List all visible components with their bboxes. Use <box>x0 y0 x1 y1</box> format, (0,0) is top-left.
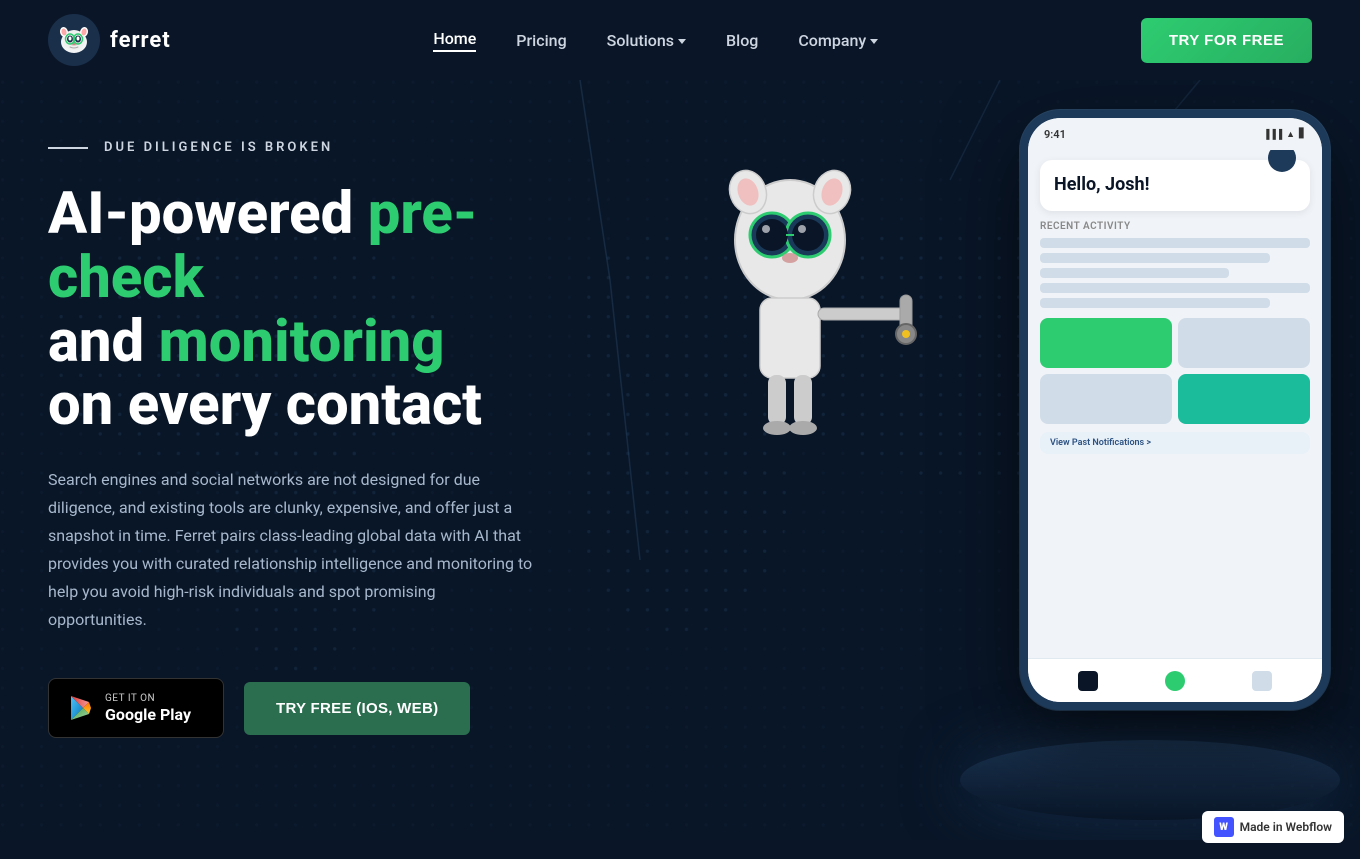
heading-white-3: on every contact <box>48 371 482 439</box>
phone-bottom-nav <box>1028 658 1322 702</box>
heading-green-2: monitoring <box>159 308 445 376</box>
webflow-badge[interactable]: W Made in Webflow <box>1202 811 1344 843</box>
nav-solutions[interactable]: Solutions <box>607 31 686 50</box>
google-play-button[interactable]: GET IT ON Google Play <box>48 678 224 738</box>
phone-nav-home-icon[interactable] <box>1078 671 1098 691</box>
nav-company[interactable]: Company <box>798 31 878 50</box>
google-play-text: GET IT ON Google Play <box>105 693 191 724</box>
phone-activity-row <box>1040 298 1270 308</box>
nav-pricing[interactable]: Pricing <box>516 31 566 50</box>
phone-greeting-text: Hello, Josh! <box>1054 174 1296 195</box>
logo[interactable]: ferret <box>48 14 171 66</box>
hero-description: Search engines and social networks are n… <box>48 466 538 634</box>
phone-greeting-card: Hello, Josh! <box>1040 160 1310 211</box>
phone-card-green <box>1040 318 1172 368</box>
eyebrow-banner: DUE DILIGENCE IS BROKEN <box>48 140 618 155</box>
phone-time: 9:41 <box>1044 128 1066 141</box>
phone-card-gray-2 <box>1040 374 1172 424</box>
phone-activity-list <box>1040 238 1310 308</box>
cta-buttons-row: GET IT ON Google Play TRY FREE (IOS, WEB… <box>48 678 618 738</box>
nav-blog[interactable]: Blog <box>726 31 758 50</box>
phone-nav-search-icon[interactable] <box>1165 671 1185 691</box>
google-play-icon <box>67 694 95 722</box>
nav-home[interactable]: Home <box>433 29 476 52</box>
phone-activity-row <box>1040 283 1310 293</box>
try-for-free-button[interactable]: TRY FOR FREE <box>1141 18 1312 63</box>
ferret-logo-icon <box>48 14 100 66</box>
try-free-ios-button[interactable]: TRY FREE (IOS, WEB) <box>244 682 470 735</box>
phone-signal-icon: ▐▐▐ <box>1263 129 1282 140</box>
phone-mockup: 9:41 ▐▐▐ ▲ ▋ Hello, Josh! Recent Activit… <box>1020 110 1330 710</box>
google-play-label-small: GET IT ON <box>105 693 191 705</box>
phone-wifi-icon: ▲ <box>1286 129 1295 140</box>
phone-screen: 9:41 ▐▐▐ ▲ ▋ Hello, Josh! Recent Activit… <box>1028 118 1322 702</box>
phone-activity-row <box>1040 268 1229 278</box>
phone-card-teal <box>1178 374 1310 424</box>
phone-status-icons: ▐▐▐ ▲ ▋ <box>1263 129 1306 140</box>
google-play-label-large: Google Play <box>105 705 191 724</box>
company-chevron-icon <box>870 39 878 44</box>
webflow-badge-label: Made in Webflow <box>1240 820 1332 834</box>
hero-left-content: DUE DILIGENCE IS BROKEN AI-powered pre-c… <box>48 120 618 738</box>
phone-user-avatar <box>1268 150 1296 172</box>
hero-illustration: 9:41 ▐▐▐ ▲ ▋ Hello, Josh! Recent Activit… <box>670 80 1360 840</box>
navbar: ferret Home Pricing Solutions Blog Compa… <box>0 0 1360 80</box>
webflow-logo-icon: W <box>1214 817 1234 837</box>
phone-card-gray <box>1178 318 1310 368</box>
logo-text: ferret <box>110 28 171 53</box>
phone-pedestal <box>960 740 1340 820</box>
nav-links: Home Pricing Solutions Blog Company <box>433 29 878 52</box>
solutions-chevron-icon <box>678 39 686 44</box>
phone-nav-other-icon[interactable] <box>1252 671 1272 691</box>
hero-section: DUE DILIGENCE IS BROKEN AI-powered pre-c… <box>0 80 1360 840</box>
heading-white-2: and <box>48 308 159 376</box>
phone-notification[interactable]: View Past Notifications > <box>1040 432 1310 454</box>
eyebrow-line <box>48 147 88 149</box>
heading-white-1: AI-powered <box>48 180 368 248</box>
robot-character-illustration <box>690 120 950 540</box>
hero-heading: AI-powered pre-check and monitoring on e… <box>48 183 618 438</box>
phone-activity-row <box>1040 238 1310 248</box>
eyebrow-text: DUE DILIGENCE IS BROKEN <box>104 140 333 155</box>
phone-section-label: Recent Activity <box>1040 221 1310 232</box>
phone-app-content: Hello, Josh! Recent Activity <box>1028 150 1322 658</box>
phone-cards-grid <box>1040 318 1310 424</box>
phone-status-bar: 9:41 ▐▐▐ ▲ ▋ <box>1028 118 1322 150</box>
phone-activity-row <box>1040 253 1270 263</box>
phone-battery-icon: ▋ <box>1299 129 1306 139</box>
